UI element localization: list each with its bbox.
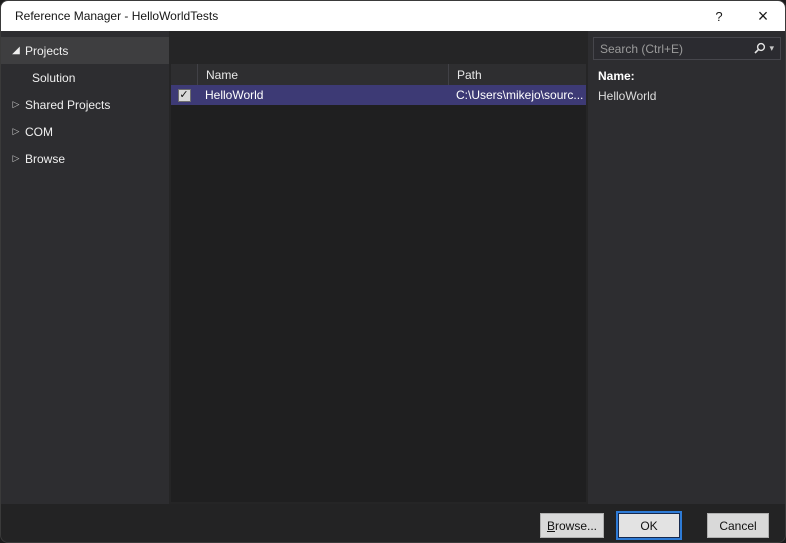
search-box: ▾	[593, 37, 781, 60]
project-list-region: Name Path ✓ HelloWorld C:\Users\mikejo\s…	[169, 31, 588, 504]
titlebar[interactable]: Reference Manager - HelloWorldTests ? ×	[1, 1, 785, 31]
checkmark-icon: ✓	[179, 88, 189, 101]
reference-manager-dialog: Reference Manager - HelloWorldTests ? × …	[0, 0, 786, 543]
expanded-triangle-icon[interactable]: ◢	[10, 45, 22, 56]
details-panel: ▾ Name: HelloWorld	[588, 31, 785, 504]
collapsed-triangle-icon[interactable]: ▷	[10, 126, 22, 137]
sidebar-item-label: Shared Projects	[25, 97, 111, 112]
browse-rest: rowse...	[555, 518, 598, 533]
column-header-path[interactable]: Path	[448, 64, 586, 85]
window-title: Reference Manager - HelloWorldTests	[15, 9, 219, 23]
close-icon: ×	[757, 6, 769, 26]
browse-accel: B	[546, 518, 555, 533]
titlebar-buttons: ? ×	[697, 1, 785, 31]
chevron-down-icon[interactable]: ▾	[769, 43, 774, 54]
help-icon: ?	[715, 8, 723, 24]
footer-bar: Browse... OK Cancel	[1, 504, 785, 542]
search-input[interactable]	[594, 38, 754, 59]
sidebar-item-shared-projects[interactable]: ▷ Shared Projects	[1, 91, 169, 118]
ok-button[interactable]: OK	[616, 511, 682, 540]
reference-checkbox[interactable]: ✓	[177, 88, 191, 102]
table-row-helloworld[interactable]: ✓ HelloWorld C:\Users\mikejo\sourc...	[171, 85, 586, 105]
list-header: Name Path	[171, 64, 586, 85]
list-body: ✓ HelloWorld C:\Users\mikejo\sourc...	[171, 85, 586, 502]
column-header-label: Name	[206, 67, 239, 82]
close-button[interactable]: ×	[741, 1, 785, 31]
sidebar-item-browse[interactable]: ▷ Browse	[1, 145, 169, 172]
search-icon	[754, 42, 766, 54]
row-path-cell: C:\Users\mikejo\sourc...	[456, 88, 584, 102]
sidebar-item-label: Browse	[25, 151, 66, 166]
sidebar-item-com[interactable]: ▷ COM	[1, 118, 169, 145]
checkbox-cell: ✓	[171, 88, 197, 102]
help-button[interactable]: ?	[697, 1, 741, 31]
detail-name-value: HelloWorld	[598, 89, 657, 103]
column-header-label: Path	[457, 67, 482, 82]
category-sidebar: ◢ Projects Solution ▷ Shared Projects ▷ …	[1, 31, 169, 504]
sidebar-item-label: Solution	[32, 70, 76, 85]
column-header-checkbox[interactable]	[171, 64, 197, 85]
browse-button[interactable]: Browse...	[540, 513, 604, 538]
cancel-button[interactable]: Cancel	[707, 513, 769, 538]
detail-name-label: Name:	[598, 69, 635, 83]
collapsed-triangle-icon[interactable]: ▷	[10, 153, 22, 164]
sidebar-item-label: COM	[25, 124, 53, 139]
sidebar-item-projects[interactable]: ◢ Projects	[1, 37, 169, 64]
sidebar-item-solution[interactable]: Solution	[1, 64, 169, 91]
collapsed-triangle-icon[interactable]: ▷	[10, 99, 22, 110]
search-controls[interactable]: ▾	[753, 42, 780, 55]
column-header-name[interactable]: Name	[197, 64, 448, 85]
row-name-cell: HelloWorld	[205, 88, 264, 102]
sidebar-item-label: Projects	[25, 43, 69, 58]
